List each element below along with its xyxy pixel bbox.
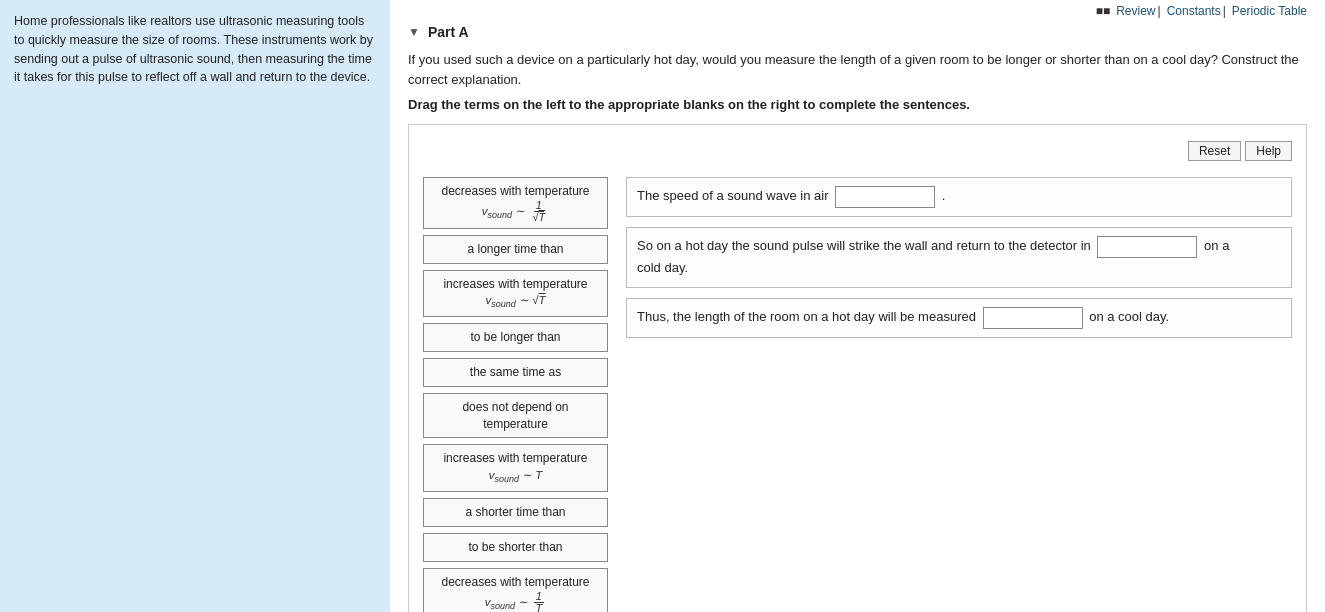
sentence-box-1: The speed of a sound wave in air . (626, 177, 1292, 217)
term-label: decreases with temperature (432, 574, 599, 591)
drop-blank-3[interactable] (983, 307, 1083, 329)
expand-arrow-icon[interactable]: ▼ (408, 25, 420, 39)
term-increases-linear[interactable]: increases with temperature vsound ∼ T (423, 444, 608, 492)
sentence-box-2: So on a hot day the sound pulse will str… (626, 227, 1292, 288)
term-increases-sqrt[interactable]: increases with temperature vsound ∼ √T (423, 270, 608, 318)
term-label: to be shorter than (432, 539, 599, 556)
term-label: decreases with temperature (432, 183, 599, 200)
review-link[interactable]: Review (1116, 4, 1155, 18)
sep1: | (1158, 4, 1161, 18)
term-label: does not depend on temperature (432, 399, 599, 433)
interactive-area: Reset Help decreases with temperature vs… (408, 124, 1307, 612)
term-decreases-inv-sqrt[interactable]: decreases with temperature vsound ∼ 1√T (423, 177, 608, 229)
top-bar: ■■ Review | Constants | Periodic Table (408, 0, 1307, 24)
term-label: increases with temperature (432, 450, 599, 467)
term-label: to be longer than (432, 329, 599, 346)
drop-blank-2[interactable] (1097, 236, 1197, 258)
term-longer-time[interactable]: a longer time than (423, 235, 608, 264)
term-to-be-longer[interactable]: to be longer than (423, 323, 608, 352)
reset-help-bar: Reset Help (423, 141, 1292, 161)
term-math: vsound ∼ 1√T (432, 200, 599, 223)
term-label: a shorter time than (432, 504, 599, 521)
term-label: the same time as (432, 364, 599, 381)
drop-blank-1[interactable] (835, 186, 935, 208)
periodic-link[interactable]: Periodic Table (1232, 4, 1307, 18)
sentence-box-3: Thus, the length of the room on a hot da… (626, 298, 1292, 338)
drag-drop-layout: decreases with temperature vsound ∼ 1√T … (423, 177, 1292, 612)
sentence-3-prefix: Thus, the length of the room on a hot da… (637, 309, 976, 324)
sentence-2-suffix: on a (1204, 238, 1229, 253)
term-decreases-inv-linear[interactable]: decreases with temperature vsound ∼ 1T (423, 568, 608, 612)
term-same-time[interactable]: the same time as (423, 358, 608, 387)
term-label: a longer time than (432, 241, 599, 258)
sentence-2-prefix: So on a hot day the sound pulse will str… (637, 238, 1091, 253)
sentence-2-end: cold day. (637, 260, 688, 275)
sidebar: Home professionals like realtors use ult… (0, 0, 390, 612)
term-label: increases with temperature (432, 276, 599, 293)
part-a-label: Part A (428, 24, 469, 40)
term-shorter-time[interactable]: a shorter time than (423, 498, 608, 527)
term-to-be-shorter[interactable]: to be shorter than (423, 533, 608, 562)
sentence-3-suffix: on a cool day. (1089, 309, 1169, 324)
term-math: vsound ∼ √T (432, 292, 599, 311)
constants-link[interactable]: Constants (1167, 4, 1221, 18)
sentence-1-prefix: The speed of a sound wave in air (637, 188, 829, 203)
drag-instruction-text: Drag the terms on the left to the approp… (408, 97, 1307, 112)
term-math: vsound ∼ 1T (432, 591, 599, 612)
sidebar-text: Home professionals like realtors use ult… (14, 14, 373, 84)
sentences-column: The speed of a sound wave in air . So on… (626, 177, 1292, 338)
main-content: ■■ Review | Constants | Periodic Table ▼… (390, 0, 1325, 612)
term-no-depend[interactable]: does not depend on temperature (423, 393, 608, 439)
term-math: vsound ∼ T (432, 467, 599, 486)
sep2: | (1223, 4, 1226, 18)
part-a-header: ▼ Part A (408, 24, 1307, 40)
terms-column: decreases with temperature vsound ∼ 1√T … (423, 177, 608, 612)
instructions-text: If you used such a device on a particula… (408, 50, 1307, 89)
square-icon: ■■ (1096, 4, 1111, 18)
reset-button[interactable]: Reset (1188, 141, 1241, 161)
sentence-1-suffix: . (942, 188, 946, 203)
help-button[interactable]: Help (1245, 141, 1292, 161)
